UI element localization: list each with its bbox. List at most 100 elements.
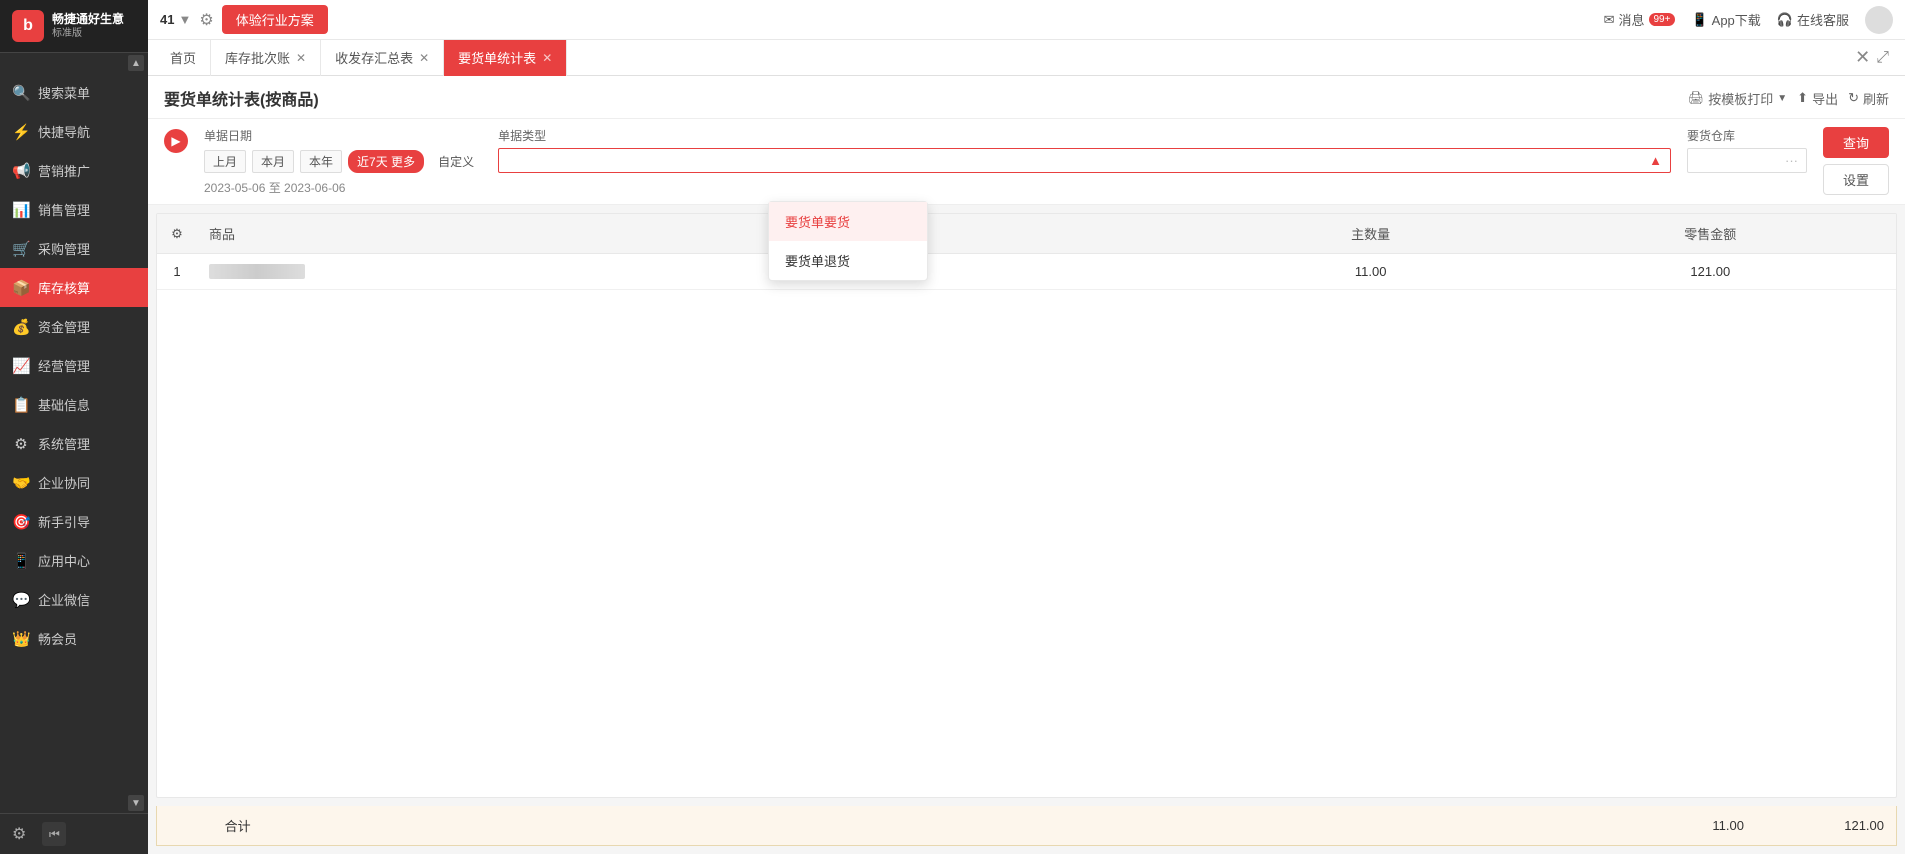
date-option-本月[interactable]: 本月	[252, 150, 294, 173]
dropdown-item-1[interactable]: 要货单退货	[769, 241, 927, 280]
date-option-上月[interactable]: 上月	[204, 150, 246, 173]
close-all-tabs-button[interactable]: ✕	[1855, 47, 1870, 68]
sidebar-item-企业协同[interactable]: 🤝企业协同	[0, 463, 148, 502]
sidebar-icon-4: 🛒	[12, 240, 30, 258]
tab-首页[interactable]: 首页	[156, 40, 211, 76]
sidebar-scroll-down[interactable]: ▼	[128, 795, 144, 811]
sidebar-item-搜索菜单[interactable]: 🔍搜索菜单	[0, 73, 148, 112]
page-actions: 🖨 按模板打印 ▼ ⬆ 导出 ↻ 刷新	[1688, 89, 1889, 108]
export-button[interactable]: ⬆ 导出	[1797, 89, 1838, 108]
trial-button[interactable]: 体验行业方案	[222, 5, 328, 34]
filter-setting-button[interactable]: 设置	[1823, 164, 1889, 195]
tab-label-1: 库存批次账	[225, 48, 290, 67]
sidebar-item-库存核算[interactable]: 📦 库存核算	[0, 268, 148, 307]
date-option-自定义[interactable]: 自定义	[430, 151, 482, 172]
logo-text: 畅捷通好生意 标准版	[52, 11, 124, 42]
sidebar-label-6: 资金管理	[38, 317, 90, 336]
sidebar-nav: 🔍搜索菜单⚡快捷导航📢营销推广📊销售管理 🛒 采购管理 📦 库存核算 💰资金管理📈经营管理…	[0, 73, 148, 793]
sidebar-label-5: 库存核算	[38, 278, 90, 297]
headset-icon: 🎧	[1777, 12, 1793, 28]
row-index-0: 1	[157, 254, 197, 290]
query-button[interactable]: 查询	[1823, 127, 1889, 158]
warehouse-more-icon: ···	[1785, 153, 1798, 168]
sidebar-item-营销推广[interactable]: 📢营销推广	[0, 151, 148, 190]
refresh-button[interactable]: ↻ 刷新	[1848, 89, 1889, 108]
amount-column-header: 零售金额	[1525, 214, 1896, 254]
tab-close-1[interactable]: ✕	[296, 51, 306, 65]
sidebar-item-销售管理[interactable]: 📊销售管理	[0, 190, 148, 229]
sidebar-label-13: 企业微信	[38, 590, 90, 609]
warehouse-filter-group: 要货仓库 ···	[1687, 127, 1807, 173]
topbar-gear-icon[interactable]: ⚙	[199, 10, 213, 30]
sidebar-icon-2: 📢	[12, 162, 30, 180]
tab-close-2[interactable]: ✕	[419, 51, 429, 65]
date-filter-group: 单据日期 上月本月本年近7天 更多自定义 2023-05-06 至 2023-0…	[204, 127, 482, 196]
table-row: 1 ██████ ████ 块 11.00 121.00	[157, 254, 1896, 290]
settings-column-header[interactable]: ⚙	[157, 214, 197, 254]
sidebar-scroll-up[interactable]: ▲	[128, 55, 144, 71]
sidebar-item-采购管理[interactable]: 🛒 采购管理	[0, 229, 148, 268]
sidebar-item-快捷导航[interactable]: ⚡快捷导航	[0, 112, 148, 151]
store-dropdown-icon[interactable]: ▼	[178, 12, 191, 27]
sidebar-item-新手引导[interactable]: 🎯 新手引导	[0, 502, 148, 541]
sidebar-icon-9: ⚙	[12, 435, 30, 453]
logo-icon: b	[12, 10, 44, 42]
sidebar-icon-11: 🎯	[12, 513, 30, 531]
sidebar-label-4: 采购管理	[38, 239, 90, 258]
sidebar-item-经营管理[interactable]: 📈经营管理	[0, 346, 148, 385]
row-goods-0: ██████ ████	[197, 254, 782, 290]
tab-库存批次账[interactable]: 库存批次账 ✕	[211, 40, 321, 76]
date-option-本年[interactable]: 本年	[300, 150, 342, 173]
sidebar-footer: ⚙ ⏮	[0, 813, 148, 854]
date-option-近7天[interactable]: 近7天 更多	[348, 150, 424, 173]
user-avatar[interactable]	[1865, 6, 1893, 34]
sidebar-item-畅会员[interactable]: 👑畅会员	[0, 619, 148, 658]
tab-要货单统计表[interactable]: 要货单统计表 ✕	[444, 40, 567, 76]
goods-column-header: 商品	[197, 214, 782, 254]
sidebar-label-7: 经营管理	[38, 356, 90, 375]
sidebar-label-11: 新手引导	[38, 512, 90, 531]
tab-label-3: 要货单统计表	[458, 48, 536, 67]
settings-icon[interactable]: ⚙	[12, 824, 26, 844]
data-table-area: ⚙ 商品 主计量单位 主数量 零售金额 1 ██████ ████ 块 11.0…	[156, 213, 1897, 798]
tabs-bar: 首页库存批次账 ✕ 收发存汇总表 ✕ 要货单统计表 ✕ ✕ ⤢	[148, 40, 1905, 76]
sidebar-icon-13: 💬	[12, 591, 30, 609]
app-download-button[interactable]: 📱 App下载	[1691, 10, 1760, 29]
print-button[interactable]: 🖨 按模板打印 ▼	[1688, 89, 1787, 108]
sidebar-icon-0: 🔍	[12, 84, 30, 102]
print-dropdown-icon: ▼	[1777, 93, 1787, 104]
sidebar-icon-5: 📦	[12, 279, 30, 297]
online-service-button[interactable]: 🎧 在线客服	[1777, 10, 1849, 29]
sidebar-item-资金管理[interactable]: 💰资金管理	[0, 307, 148, 346]
sidebar-item-系统管理[interactable]: ⚙系统管理	[0, 424, 148, 463]
date-options-row: 上月本月本年近7天 更多自定义	[204, 150, 482, 173]
messages-button[interactable]: ✉ 消息 99+	[1604, 10, 1676, 29]
sidebar-logo: b 畅捷通好生意 标准版	[0, 0, 148, 53]
row-qty-0: 11.00	[1217, 254, 1525, 290]
sidebar-label-3: 销售管理	[38, 200, 90, 219]
sidebar-collapse-btn[interactable]: ⏮	[42, 822, 66, 846]
sidebar-label-1: 快捷导航	[38, 122, 90, 141]
type-filter-label: 单据类型	[498, 127, 1671, 144]
expand-tabs-button[interactable]: ⤢	[1876, 49, 1889, 67]
sidebar-label-10: 企业协同	[38, 473, 90, 492]
sidebar-item-基础信息[interactable]: 📋基础信息	[0, 385, 148, 424]
tab-收发存汇总表[interactable]: 收发存汇总表 ✕	[321, 40, 444, 76]
warehouse-filter-input[interactable]: ···	[1687, 148, 1807, 173]
sidebar-label-8: 基础信息	[38, 395, 90, 414]
footer-total-label: 合计	[169, 816, 469, 835]
sidebar-icon-14: 👑	[12, 630, 30, 648]
msg-badge: 99+	[1649, 13, 1676, 26]
print-icon: 🖨	[1688, 90, 1705, 106]
row-amount-0: 121.00	[1525, 254, 1896, 290]
sidebar-item-应用中心[interactable]: 📱应用中心	[0, 541, 148, 580]
type-filter-input[interactable]: ▲	[498, 148, 1671, 173]
print-label: 按模板打印	[1708, 89, 1773, 108]
dropdown-item-0[interactable]: 要货单要货	[769, 202, 927, 241]
sidebar-item-企业微信[interactable]: 💬 企业微信	[0, 580, 148, 619]
tab-label-2: 收发存汇总表	[335, 48, 413, 67]
filter-expand-button[interactable]: ▶	[164, 129, 188, 153]
tab-close-3[interactable]: ✕	[542, 51, 552, 65]
footer-total-qty: 11.00	[1624, 818, 1744, 833]
message-icon: ✉	[1604, 12, 1615, 28]
